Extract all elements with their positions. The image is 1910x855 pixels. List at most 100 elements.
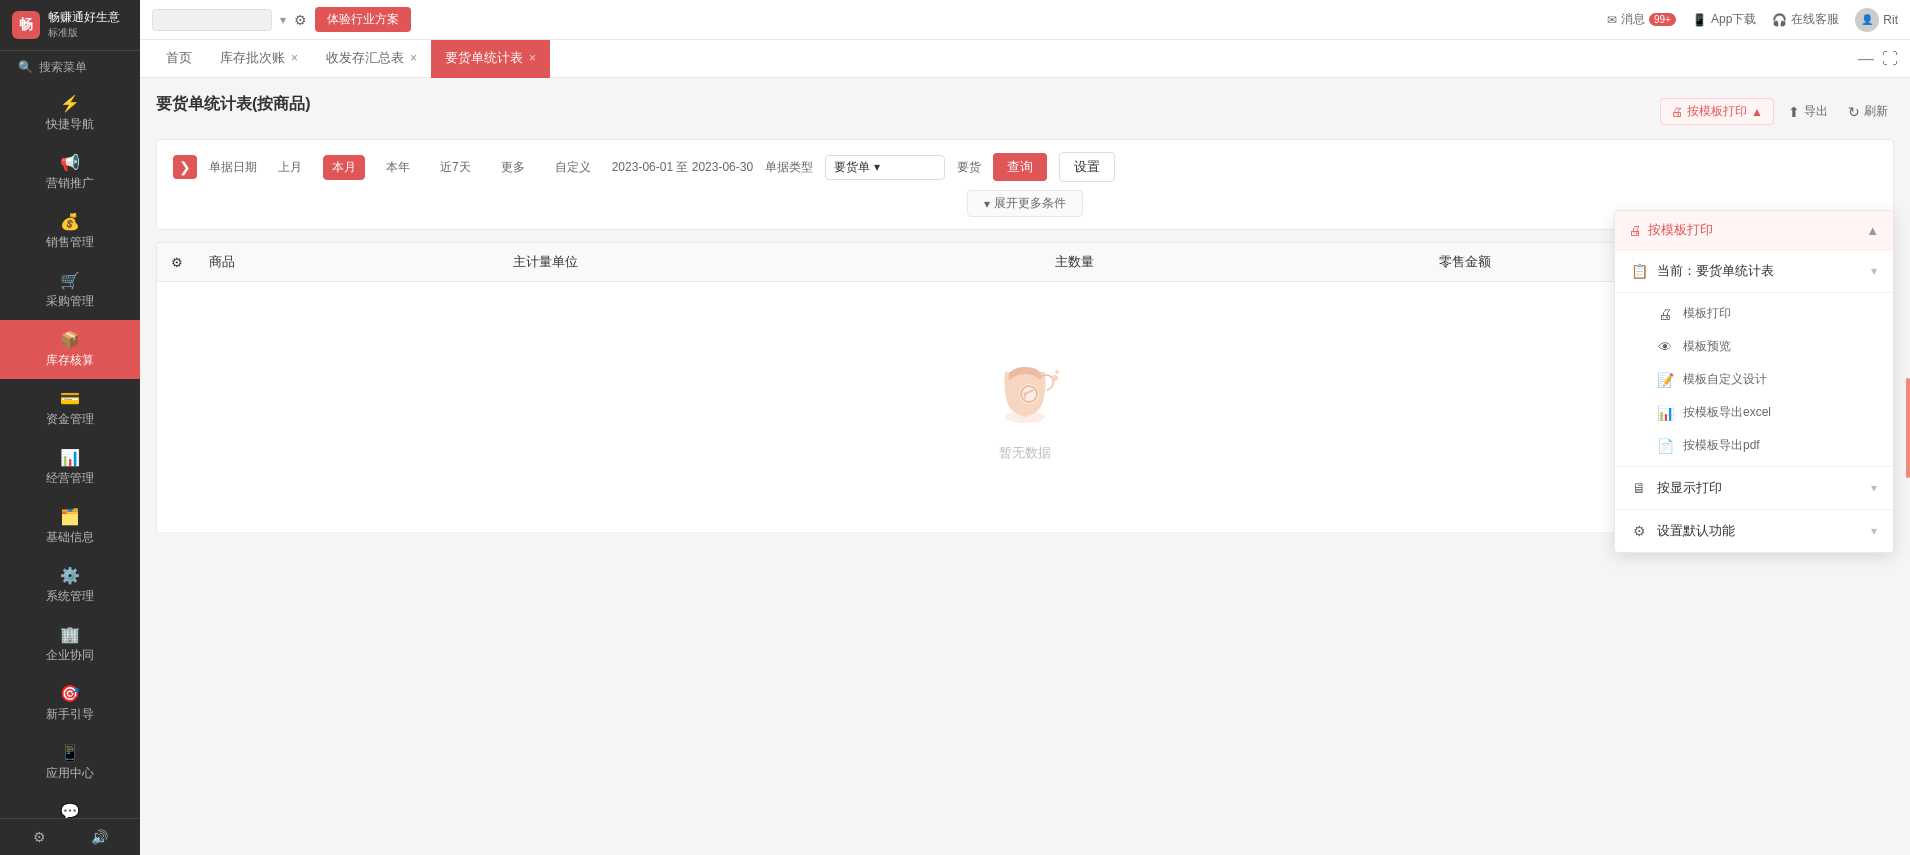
- sidebar-item-sales[interactable]: 💰 销售管理: [0, 202, 140, 261]
- tab-requisition-stat-close[interactable]: ×: [529, 51, 536, 65]
- export-pdf-label: 按模板导出pdf: [1683, 437, 1760, 454]
- template-print-label: 模板打印: [1683, 305, 1731, 322]
- set-default-label: 设置默认功能: [1657, 522, 1735, 540]
- settings-footer-btn[interactable]: ⚙: [33, 829, 46, 845]
- print-template-btn[interactable]: 🖨 按模板打印 ▲: [1660, 98, 1774, 125]
- dropdown-set-default[interactable]: ⚙ 设置默认功能 ▾: [1615, 514, 1893, 548]
- topbar: ▾ ⚙ 体验行业方案 ✉ 消息 99+ 📱 App下载 🎧 在线客服 👤 Rit: [140, 0, 1910, 40]
- app-name: 畅赚通好生意: [48, 10, 120, 26]
- tab-receivable-summary-close[interactable]: ×: [410, 51, 417, 65]
- message-btn[interactable]: ✉ 消息 99+: [1607, 11, 1676, 28]
- order-type-select[interactable]: 要货单 ▾: [825, 155, 945, 180]
- svg-point-6: [1052, 375, 1058, 381]
- date-btn-last7[interactable]: 近7天: [431, 155, 480, 180]
- print-dropdown-popup: 🖨 按模板打印 ▲ 📋 当前：要货单统计表 ▾ 🖨 模板打: [1614, 210, 1894, 553]
- sidebar-item-quick-nav[interactable]: ⚡ 快捷导航: [0, 84, 140, 143]
- tab-minimize-btn[interactable]: —: [1858, 50, 1874, 68]
- template-custom-label: 模板自定义设计: [1683, 371, 1767, 388]
- date-label: 单据日期: [209, 159, 257, 176]
- tab-batch-account-close[interactable]: ×: [291, 51, 298, 65]
- dropdown-title: 按模板打印: [1648, 221, 1713, 239]
- col-unit: 主计量单位: [501, 243, 1043, 282]
- sidebar-logo: 畅 畅赚通好生意 标准版: [0, 0, 140, 51]
- sidebar-search-trigger[interactable]: 🔍 搜索菜单: [0, 51, 140, 84]
- order-type-arrow: ▾: [874, 160, 880, 174]
- order-type-label: 单据类型: [765, 159, 813, 176]
- display-print-label: 按显示打印: [1657, 479, 1722, 497]
- export-label: 导出: [1804, 103, 1828, 120]
- tabs-right-actions: — ⛶: [1858, 50, 1898, 68]
- date-btn-this-month[interactable]: 本月: [323, 155, 365, 180]
- sidebar-item-inventory[interactable]: 📦 库存核算: [0, 320, 140, 379]
- topbar-right: ✉ 消息 99+ 📱 App下载 🎧 在线客服 👤 Rit: [1607, 8, 1898, 32]
- user-avatar: 👤: [1855, 8, 1879, 32]
- user-profile[interactable]: 👤 Rit: [1855, 8, 1898, 32]
- refresh-btn[interactable]: ↻ 刷新: [1842, 100, 1894, 123]
- sidebar-label-purchase: 采购管理: [46, 293, 94, 310]
- sidebar-item-wechat[interactable]: 💬 企业微信: [0, 792, 140, 818]
- sidebar-label-system: 系统管理: [46, 588, 94, 605]
- online-service-label: 在线客服: [1791, 11, 1839, 28]
- tab-receivable-summary[interactable]: 收发存汇总表 ×: [312, 40, 431, 78]
- refresh-label: 刷新: [1864, 103, 1888, 120]
- sidebar-item-basic[interactable]: 🗂️ 基础信息: [0, 497, 140, 556]
- message-label: 消息: [1621, 11, 1645, 28]
- date-btn-this-year[interactable]: 本年: [377, 155, 419, 180]
- export-icon: ⬆: [1788, 104, 1800, 120]
- filter-expand-icon-btn[interactable]: ❯: [173, 155, 197, 179]
- date-btn-last-month[interactable]: 上月: [269, 155, 311, 180]
- dropdown-display-print[interactable]: 🖥 按显示打印 ▾: [1615, 471, 1893, 505]
- app-download-btn[interactable]: 📱 App下载: [1692, 11, 1756, 28]
- right-scrollbar-thumb[interactable]: [1906, 378, 1910, 478]
- dropdown-item-template-preview[interactable]: 👁 模板预览: [1615, 330, 1893, 363]
- sidebar-item-finance[interactable]: 💳 资金管理: [0, 379, 140, 438]
- sidebar-item-system[interactable]: ⚙️ 系统管理: [0, 556, 140, 615]
- app-download-label: App下载: [1711, 11, 1756, 28]
- marketing-icon: 📢: [60, 153, 80, 172]
- sidebar: 畅 畅赚通好生意 标准版 🔍 搜索菜单 ⚡ 快捷导航 📢 营销推广 💰 销售管理…: [0, 0, 140, 855]
- template-print-icon: 🖨: [1657, 306, 1673, 322]
- tab-home[interactable]: 首页: [152, 40, 206, 78]
- topbar-dropdown-arrow[interactable]: ▾: [280, 13, 286, 27]
- refresh-icon: ↻: [1848, 104, 1860, 120]
- dropdown-printer-icon: 🖨: [1629, 223, 1642, 238]
- dropdown-item-export-excel[interactable]: 📊 按模板导出excel: [1615, 396, 1893, 429]
- topbar-gear-icon[interactable]: ⚙: [294, 12, 307, 28]
- col-settings[interactable]: ⚙: [157, 243, 197, 282]
- page-content: 要货单统计表(按商品) 🖨 按模板打印 ▲ ⬆ 导出 ↻ 刷新: [140, 78, 1910, 855]
- speaker-footer-btn[interactable]: 🔊: [91, 829, 108, 845]
- sidebar-item-enterprise[interactable]: 🏢 企业协同: [0, 615, 140, 674]
- dropdown-item-export-pdf[interactable]: 📄 按模板导出pdf: [1615, 429, 1893, 462]
- app-logo-icon: 畅: [12, 11, 40, 39]
- topbar-search-input[interactable]: [152, 9, 272, 31]
- dropdown-template-section: 🖨 模板打印 👁 模板预览 📝 模板自定义设计 📊 按模板导出excel 📄: [1615, 293, 1893, 467]
- query-btn[interactable]: 查询: [993, 153, 1047, 181]
- sidebar-item-purchase[interactable]: 🛒 采购管理: [0, 261, 140, 320]
- tab-requisition-stat[interactable]: 要货单统计表 ×: [431, 40, 550, 78]
- sidebar-item-app-center[interactable]: 📱 应用中心: [0, 733, 140, 792]
- date-btn-more[interactable]: 更多: [492, 155, 534, 180]
- current-arrow: ▾: [1871, 264, 1877, 278]
- tab-batch-account[interactable]: 库存批次账 ×: [206, 40, 312, 78]
- settings-btn[interactable]: 设置: [1059, 152, 1115, 182]
- expand-more-conditions-btn[interactable]: ▾ 展开更多条件: [967, 190, 1083, 217]
- tab-maximize-btn[interactable]: ⛶: [1882, 50, 1898, 68]
- sales-icon: 💰: [60, 212, 80, 231]
- tab-requisition-stat-label: 要货单统计表: [445, 49, 523, 67]
- app-download-icon: 📱: [1692, 13, 1707, 27]
- export-excel-label: 按模板导出excel: [1683, 404, 1771, 421]
- dropdown-collapse-icon[interactable]: ▲: [1866, 223, 1879, 238]
- dropdown-item-template-custom[interactable]: 📝 模板自定义设计: [1615, 363, 1893, 396]
- dropdown-current-item[interactable]: 📋 当前：要货单统计表 ▾: [1615, 254, 1893, 288]
- sidebar-item-operations[interactable]: 📊 经营管理: [0, 438, 140, 497]
- sidebar-item-marketing[interactable]: 📢 营销推广: [0, 143, 140, 202]
- page-header: 要货单统计表(按商品) 🖨 按模板打印 ▲ ⬆ 导出 ↻ 刷新: [156, 94, 1894, 129]
- date-btn-custom[interactable]: 自定义: [546, 155, 600, 180]
- online-service-btn[interactable]: 🎧 在线客服: [1772, 11, 1839, 28]
- set-default-icon: ⚙: [1631, 523, 1647, 539]
- sidebar-item-newbie[interactable]: 🎯 新手引导: [0, 674, 140, 733]
- export-btn[interactable]: ⬆ 导出: [1782, 100, 1834, 123]
- trial-btn[interactable]: 体验行业方案: [315, 7, 411, 32]
- col-product: 商品: [197, 243, 502, 282]
- dropdown-item-template-print[interactable]: 🖨 模板打印: [1615, 297, 1893, 330]
